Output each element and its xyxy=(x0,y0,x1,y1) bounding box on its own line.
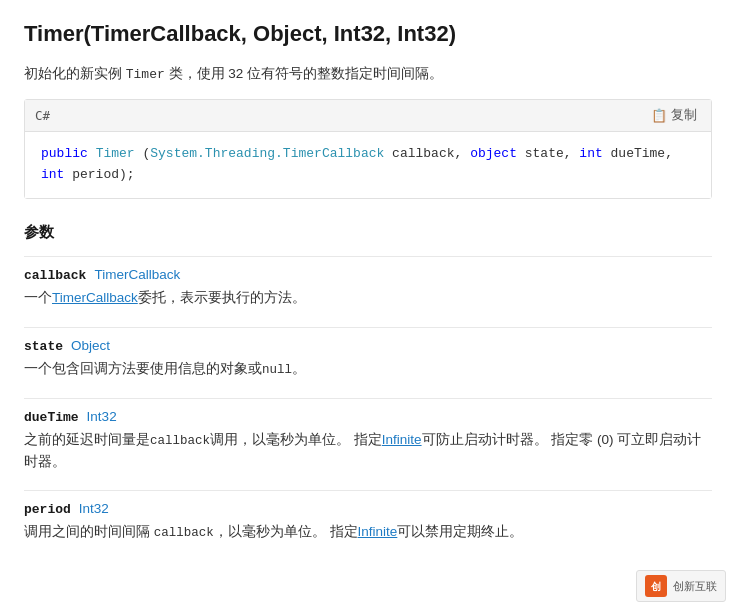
param-block-period: period Int32 调用之间的时间间隔 callback，以毫秒为单位。 … xyxy=(24,490,712,547)
param-desc-state: 一个包含回调方法要使用信息的对象或null。 xyxy=(24,358,712,380)
param-header-duetime: dueTime Int32 xyxy=(24,409,712,425)
param-type-state[interactable]: Object xyxy=(71,338,110,353)
code-lang-label: C# xyxy=(35,108,50,123)
param-name-period: period xyxy=(24,502,71,517)
param-type-period[interactable]: Int32 xyxy=(79,501,109,516)
watermark: 创 创新互联 xyxy=(636,570,726,602)
watermark-icon: 创 xyxy=(645,575,667,597)
timercallback-link[interactable]: TimerCallback xyxy=(52,290,138,305)
param-name-state: state xyxy=(24,339,63,354)
params-section-title: 参数 xyxy=(24,223,712,242)
param-block-callback: callback TimerCallback 一个TimerCallback委托… xyxy=(24,256,712,313)
param-header-state: state Object xyxy=(24,338,712,354)
param-desc-duetime: 之前的延迟时间量是callback调用，以毫秒为单位。 指定Infinite可防… xyxy=(24,429,712,473)
param-desc-callback: 一个TimerCallback委托，表示要执行的方法。 xyxy=(24,287,712,309)
callback-mono-duetime: callback xyxy=(150,434,210,448)
param-block-duetime: dueTime Int32 之前的延迟时间量是callback调用，以毫秒为单位… xyxy=(24,398,712,477)
param-desc-period: 调用之间的时间间隔 callback，以毫秒为单位。 指定Infinite可以禁… xyxy=(24,521,712,543)
param-header-period: period Int32 xyxy=(24,501,712,517)
param-header-callback: callback TimerCallback xyxy=(24,267,712,283)
param-name-duetime: dueTime xyxy=(24,410,79,425)
infinite-link-period[interactable]: Infinite xyxy=(358,524,398,539)
copy-icon: 📋 xyxy=(651,108,667,123)
svg-text:创: 创 xyxy=(650,581,661,592)
param-type-duetime[interactable]: Int32 xyxy=(87,409,117,424)
description-text: 初始化的新实例 Timer 类，使用 32 位有符号的整数指定时间间隔。 xyxy=(24,63,712,86)
infinite-link-duetime[interactable]: Infinite xyxy=(382,432,422,447)
brand-icon: 创 xyxy=(646,576,666,596)
page-title: Timer(TimerCallback, Object, Int32, Int3… xyxy=(24,20,712,49)
copy-label: 复制 xyxy=(671,107,697,124)
copy-button[interactable]: 📋 复制 xyxy=(647,105,701,126)
code-block-header: C# 📋 复制 xyxy=(25,100,711,132)
callback-mono-period: callback xyxy=(154,526,214,540)
watermark-text: 创新互联 xyxy=(673,579,717,594)
description-mono: Timer xyxy=(126,67,165,82)
param-block-state: state Object 一个包含回调方法要使用信息的对象或null。 xyxy=(24,327,712,384)
code-block: C# 📋 复制 public Timer (System.Threading.T… xyxy=(24,99,712,199)
null-mono: null xyxy=(262,363,292,377)
param-type-callback[interactable]: TimerCallback xyxy=(94,267,180,282)
code-body: public Timer (System.Threading.TimerCall… xyxy=(25,132,711,198)
code-content: public Timer (System.Threading.TimerCall… xyxy=(41,144,695,186)
param-name-callback: callback xyxy=(24,268,86,283)
params-section: 参数 callback TimerCallback 一个TimerCallbac… xyxy=(24,223,712,547)
